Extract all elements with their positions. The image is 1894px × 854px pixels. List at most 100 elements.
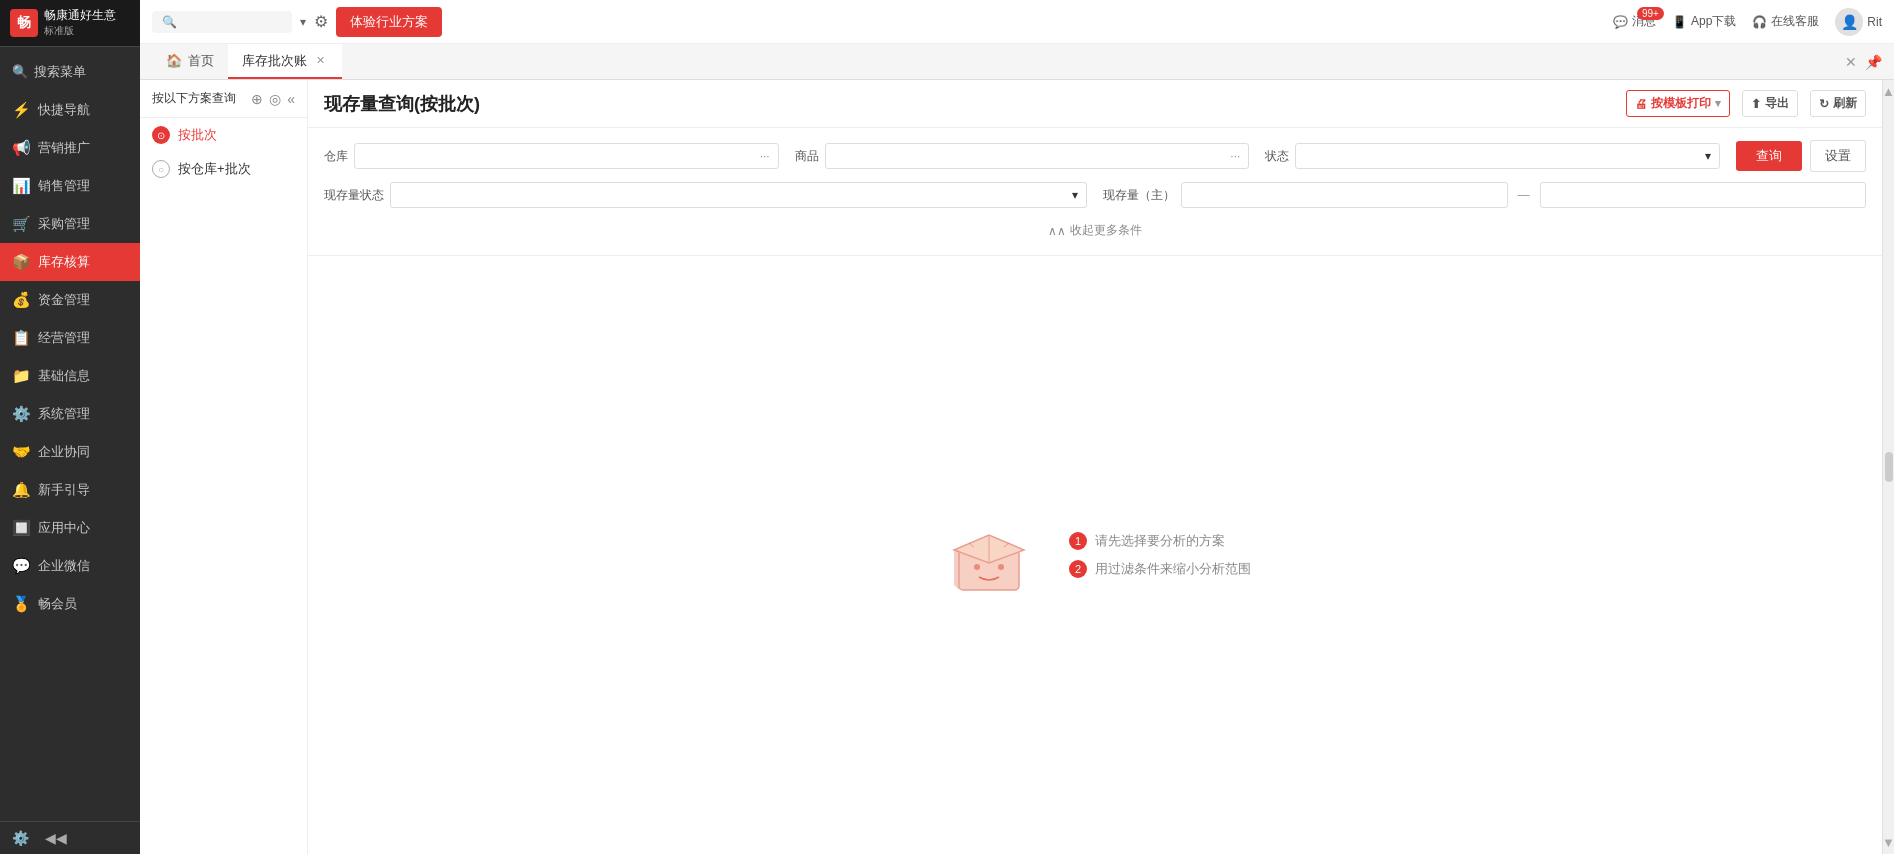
sidebar-item-finance[interactable]: 💰 资金管理 (0, 281, 140, 319)
main-content: 🔍 ▾ ⚙ 体验行业方案 💬 消息 99+ 📱 App下载 🎧 在线客服 (140, 0, 1894, 854)
sidebar-item-label: 库存核算 (38, 253, 90, 271)
sidebar-header: 畅 畅康通好生意 标准版 (0, 0, 140, 47)
sidebar-item-vip[interactable]: 🏅 畅会员 (0, 585, 140, 623)
sidebar: 畅 畅康通好生意 标准版 🔍 搜索菜单 ⚡ 快捷导航 📢 营销推广 📊 销售管理… (0, 0, 140, 854)
message-icon: 💬 (1613, 15, 1628, 29)
empty-box-svg (939, 505, 1039, 605)
sidebar-item-label: 企业协同 (38, 443, 90, 461)
scrollbar-thumb[interactable] (1885, 452, 1893, 482)
user-name: Rit (1867, 15, 1882, 29)
page-close-button[interactable]: ✕ (1845, 54, 1857, 70)
app-download-button[interactable]: 📱 App下载 (1672, 13, 1736, 30)
query-button[interactable]: 查询 (1736, 141, 1802, 171)
add-plan-icon[interactable]: ⊕ (251, 91, 263, 107)
warehouse-filter-group: 仓库 ··· (324, 143, 779, 169)
tab-home[interactable]: 🏠 首页 (152, 44, 228, 79)
topbar-gear-icon[interactable]: ⚙ (314, 12, 328, 31)
collapse-panel-icon[interactable]: « (287, 91, 295, 107)
quick-nav-icon: ⚡ (12, 101, 30, 119)
empty-tip-1: 1 请先选择要分析的方案 (1069, 532, 1251, 550)
sidebar-item-label: 资金管理 (38, 291, 90, 309)
scrollbar-up-arrow[interactable]: ▲ (1878, 80, 1894, 103)
sales-icon: 📊 (12, 177, 30, 195)
sidebar-item-label: 经营管理 (38, 329, 90, 347)
sidebar-item-apps[interactable]: 🔲 应用中心 (0, 509, 140, 547)
refresh-icon: ↻ (1819, 97, 1829, 111)
sidebar-item-guide[interactable]: 🔔 新手引导 (0, 471, 140, 509)
topbar-left: 🔍 ▾ ⚙ 体验行业方案 (152, 7, 1605, 37)
topbar-search-box[interactable]: 🔍 (152, 11, 292, 33)
status-filter-select[interactable]: ▾ (1295, 143, 1720, 169)
filter-row-2: 现存量状态 ▾ 现存量（主） — (324, 182, 1866, 208)
plan-item-by-batch[interactable]: ⊙ 按批次 (140, 118, 307, 152)
sidebar-item-quick-nav[interactable]: ⚡ 快捷导航 (0, 91, 140, 129)
sidebar-item-label: 营销推广 (38, 139, 90, 157)
export-btn-label: 导出 (1765, 95, 1789, 112)
warehouse-filter-input[interactable]: ··· (354, 143, 779, 169)
sidebar-item-label: 基础信息 (38, 367, 90, 385)
left-panel-title: 按以下方案查询 (152, 90, 236, 107)
print-dropdown-icon[interactable]: ▾ (1715, 97, 1721, 110)
inventory-qty-max[interactable] (1540, 182, 1867, 208)
purchase-icon: 🛒 (12, 215, 30, 233)
inventory-qty-min[interactable] (1181, 182, 1508, 208)
tab-inventory-batch[interactable]: 库存批次账 ✕ (228, 44, 342, 79)
settings-icon[interactable]: ⚙️ (12, 830, 29, 846)
collapse-sidebar-icon[interactable]: ◀◀ (45, 830, 67, 846)
chevron-down-icon: ▾ (300, 15, 306, 29)
left-panel-actions: ⊕ ◎ « (251, 91, 295, 107)
scrollbar-down-arrow[interactable]: ▼ (1878, 831, 1894, 854)
sidebar-item-label: 快捷导航 (38, 101, 90, 119)
export-button[interactable]: ⬆ 导出 (1742, 90, 1798, 117)
inventory-status-select[interactable]: ▾ (390, 182, 1087, 208)
right-scrollbar[interactable]: ▲ ▼ (1882, 80, 1894, 854)
sidebar-item-purchase[interactable]: 🛒 采购管理 (0, 205, 140, 243)
settings-plan-icon[interactable]: ◎ (269, 91, 281, 107)
print-button[interactable]: 🖨 按模板打印 ▾ (1626, 90, 1730, 117)
app-title-block: 畅康通好生意 标准版 (44, 8, 116, 38)
product-filter-input[interactable]: ··· (825, 143, 1250, 169)
marketing-icon: 📢 (12, 139, 30, 157)
empty-tip-2: 2 用过滤条件来缩小分析范围 (1069, 560, 1251, 578)
print-icon: 🖨 (1635, 97, 1647, 111)
inventory-icon: 📦 (12, 253, 30, 271)
tab-close-icon[interactable]: ✕ (313, 53, 328, 68)
sidebar-item-cooperation[interactable]: 🤝 企业协同 (0, 433, 140, 471)
svg-marker-4 (954, 550, 959, 590)
inventory-status-filter-group: 现存量状态 ▾ (324, 182, 1087, 208)
product-more-icon: ··· (1230, 149, 1240, 163)
collapse-icon: ∧∧ (1048, 224, 1066, 238)
messages-button[interactable]: 💬 消息 99+ (1613, 13, 1656, 30)
tab-pin-icon[interactable]: 📌 (1865, 54, 1882, 70)
sidebar-item-sales[interactable]: 📊 销售管理 (0, 167, 140, 205)
sidebar-item-wechat[interactable]: 💬 企业微信 (0, 547, 140, 585)
tip-text-2: 用过滤条件来缩小分析范围 (1095, 560, 1251, 578)
refresh-button[interactable]: ↻ 刷新 (1810, 90, 1866, 117)
inventory-qty-range: — (1181, 182, 1866, 208)
export-icon: ⬆ (1751, 97, 1761, 111)
cooperation-icon: 🤝 (12, 443, 30, 461)
experience-button[interactable]: 体验行业方案 (336, 7, 442, 37)
collapse-filters-button[interactable]: ∧∧ 收起更多条件 (1040, 218, 1150, 243)
sidebar-item-label: 销售管理 (38, 177, 90, 195)
sidebar-item-marketing[interactable]: 📢 营销推广 (0, 129, 140, 167)
finance-icon: 💰 (12, 291, 30, 309)
sidebar-search-item[interactable]: 🔍 搜索菜单 (0, 53, 140, 91)
topbar-right: 💬 消息 99+ 📱 App下载 🎧 在线客服 👤 Rit (1613, 8, 1882, 36)
left-panel-header: 按以下方案查询 ⊕ ◎ « (140, 80, 307, 118)
sidebar-item-inventory[interactable]: 📦 库存核算 (0, 243, 140, 281)
settings-button[interactable]: 设置 (1810, 140, 1866, 172)
sidebar-search-label: 搜索菜单 (34, 63, 86, 81)
plan-item-by-warehouse-batch[interactable]: ○ 按仓库+批次 (140, 152, 307, 186)
sidebar-item-ops[interactable]: 📋 经营管理 (0, 319, 140, 357)
refresh-btn-label: 刷新 (1833, 95, 1857, 112)
user-menu[interactable]: 👤 Rit (1835, 8, 1882, 36)
topbar-dropdown[interactable]: ▾ (300, 15, 306, 29)
collapse-label: 收起更多条件 (1070, 222, 1142, 239)
online-service-button[interactable]: 🎧 在线客服 (1752, 13, 1819, 30)
sidebar-item-system[interactable]: ⚙️ 系统管理 (0, 395, 140, 433)
page-header-actions: 🖨 按模板打印 ▾ ⬆ 导出 ↻ 刷新 (1626, 90, 1866, 117)
sidebar-item-basic[interactable]: 📁 基础信息 (0, 357, 140, 395)
page-title: 现存量查询(按批次) (324, 92, 480, 116)
sidebar-scroll: 🔍 搜索菜单 ⚡ 快捷导航 📢 营销推广 📊 销售管理 🛒 采购管理 📦 库存核… (0, 47, 140, 821)
